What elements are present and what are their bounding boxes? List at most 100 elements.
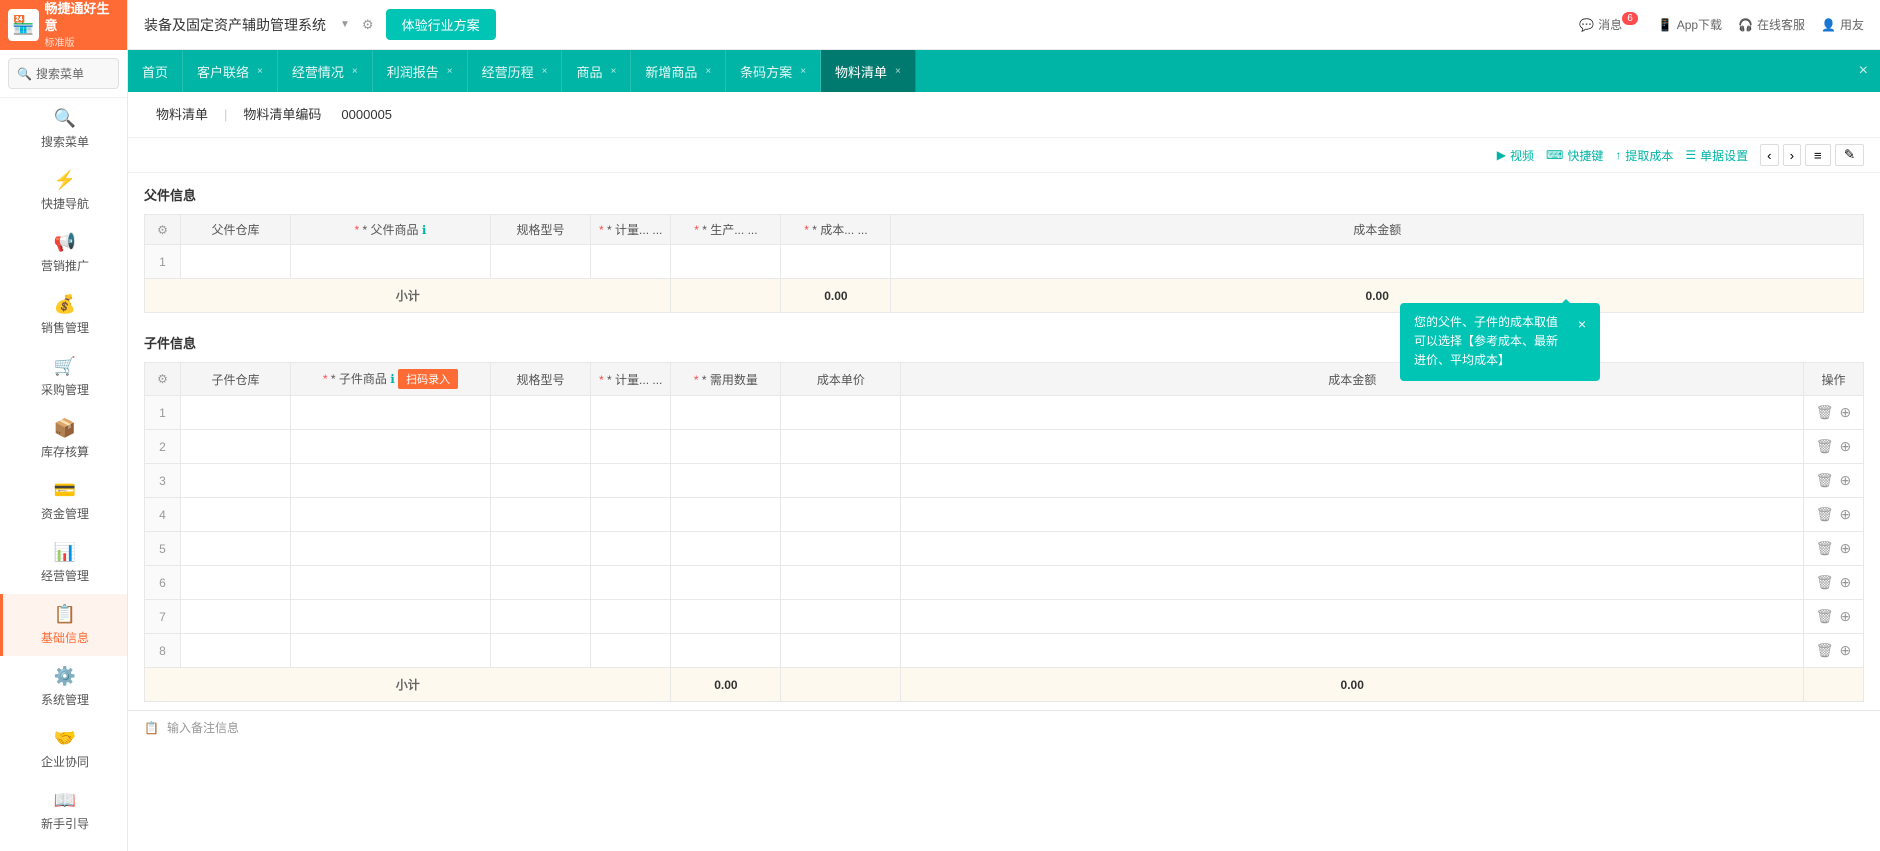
nav-tab-bom[interactable]: 物料清单× [821,50,916,92]
copy-icon[interactable]: ⊕ [1840,506,1852,523]
child-cost-amount-cell[interactable] [901,532,1804,566]
parent-unit-cell[interactable] [591,245,671,279]
child-spec-cell[interactable] [491,396,591,430]
child-warehouse-cell[interactable] [181,430,291,464]
child-qty-cell[interactable] [671,532,781,566]
nav-tab-operations[interactable]: 经营情况× [278,50,373,92]
child-unit-cell[interactable] [591,566,671,600]
nav-tab-close-operations[interactable]: × [352,66,358,77]
child-product-cell[interactable] [291,532,491,566]
child-cost-amount-cell[interactable] [901,430,1804,464]
child-cost-amount-cell[interactable] [901,634,1804,668]
child-unit-cost-cell[interactable] [781,396,901,430]
child-cost-amount-cell[interactable] [901,498,1804,532]
toolbar-extract-cost[interactable]: ↑ 提取成本 [1615,147,1673,164]
nav-tab-close-barcode[interactable]: × [800,66,806,77]
trial-button[interactable]: 体验行业方案 [386,9,496,40]
child-unit-cost-cell[interactable] [781,430,901,464]
child-qty-cell[interactable] [671,464,781,498]
dropdown-arrow[interactable]: ▼ [340,19,350,30]
child-unit-cost-cell[interactable] [781,532,901,566]
child-qty-cell[interactable] [671,600,781,634]
child-product-cell[interactable] [291,600,491,634]
child-spec-cell[interactable] [491,498,591,532]
sidebar-item-enterprise[interactable]: 🤝 企业协同 [0,718,127,780]
child-unit-cost-cell[interactable] [781,600,901,634]
search-menu-button[interactable]: 🔍 搜索菜单 [8,58,119,89]
notes-label[interactable]: 输入备注信息 [167,719,239,736]
child-qty-cell[interactable] [671,566,781,600]
child-product-cell[interactable] [291,566,491,600]
child-unit-cell[interactable] [591,498,671,532]
nav-tab-close-profit[interactable]: × [447,66,453,77]
nav-tab-close-customer[interactable]: × [257,66,263,77]
child-spec-cell[interactable] [491,566,591,600]
delete-icon[interactable]: 🗑 [1816,472,1834,489]
delete-icon[interactable]: 🗑 [1816,642,1834,659]
nav-tab-close-bom[interactable]: × [895,66,901,77]
child-product-cell[interactable] [291,634,491,668]
toolbar-video[interactable]: ▶ 视频 [1497,147,1534,164]
sidebar-search[interactable]: 🔍 搜索菜单 [0,50,127,98]
nav-tab-new-goods[interactable]: 新增商品× [631,50,726,92]
child-spec-cell[interactable] [491,430,591,464]
child-product-cell[interactable] [291,498,491,532]
child-unit-cost-cell[interactable] [781,464,901,498]
nav-tab-close-goods[interactable]: × [610,66,616,77]
online-service-button[interactable]: 🎧 在线客服 [1738,16,1805,33]
edit-toggle[interactable]: ✎ [1835,144,1864,166]
child-cost-amount-cell[interactable] [901,464,1804,498]
child-spec-cell[interactable] [491,532,591,566]
child-qty-cell[interactable] [671,430,781,464]
parent-cost-amount-cell[interactable] [891,245,1864,279]
parent-prod-cell[interactable] [671,245,781,279]
delete-icon[interactable]: 🗑 [1816,608,1834,625]
nav-tab-close-history[interactable]: × [542,66,548,77]
nav-tab-home[interactable]: 首页 [128,50,183,92]
child-cost-amount-cell[interactable] [901,396,1804,430]
toolbar-single-setting[interactable]: ☰ 单据设置 [1685,147,1748,164]
sidebar-item-sales[interactable]: 💰 销售管理 [0,284,127,346]
sidebar-item-operations[interactable]: 📊 经营管理 [0,532,127,594]
tooltip-close-button[interactable]: × [1578,313,1586,335]
child-unit-cell[interactable] [591,600,671,634]
app-download-button[interactable]: 📱 App下载 [1658,16,1722,33]
parent-spec-cell[interactable] [491,245,591,279]
nav-next[interactable]: › [1783,144,1801,166]
child-warehouse-cell[interactable] [181,498,291,532]
sidebar-item-marketing[interactable]: 📢 营销推广 [0,222,127,284]
nav-tab-barcode[interactable]: 条码方案× [726,50,821,92]
parent-cost-cell[interactable] [781,245,891,279]
delete-icon[interactable]: 🗑 [1816,404,1834,421]
gear-icon[interactable]: ⚙ [157,223,168,237]
child-spec-cell[interactable] [491,464,591,498]
view-toggle[interactable]: ≡ [1805,144,1831,166]
child-unit-cell[interactable] [591,396,671,430]
nav-tab-history[interactable]: 经营历程× [468,50,563,92]
child-unit-cell[interactable] [591,464,671,498]
child-unit-cost-cell[interactable] [781,566,901,600]
child-spec-cell[interactable] [491,600,591,634]
child-product-cell[interactable] [291,464,491,498]
child-cost-amount-cell[interactable] [901,600,1804,634]
sidebar-item-quick-nav[interactable]: ⚡ 快捷导航 [0,160,127,222]
nav-tab-customer[interactable]: 客户联络× [183,50,278,92]
toolbar-shortcut[interactable]: ⌨ 快捷键 [1546,147,1603,164]
delete-icon[interactable]: 🗑 [1816,506,1834,523]
parent-warehouse-cell[interactable] [181,245,291,279]
sidebar-item-finance[interactable]: 💳 资金管理 [0,470,127,532]
copy-icon[interactable]: ⊕ [1840,642,1852,659]
child-gear-icon[interactable]: ⚙ [157,372,168,386]
child-cost-amount-cell[interactable] [901,566,1804,600]
child-warehouse-cell[interactable] [181,464,291,498]
copy-icon[interactable]: ⊕ [1840,608,1852,625]
child-product-help[interactable]: ℹ [390,372,395,386]
child-unit-cell[interactable] [591,532,671,566]
child-unit-cell[interactable] [591,430,671,464]
nav-prev[interactable]: ‹ [1760,144,1778,166]
child-product-cell[interactable] [291,396,491,430]
nav-tab-goods[interactable]: 商品× [562,50,631,92]
child-qty-cell[interactable] [671,498,781,532]
child-product-cell[interactable] [291,430,491,464]
child-warehouse-cell[interactable] [181,532,291,566]
